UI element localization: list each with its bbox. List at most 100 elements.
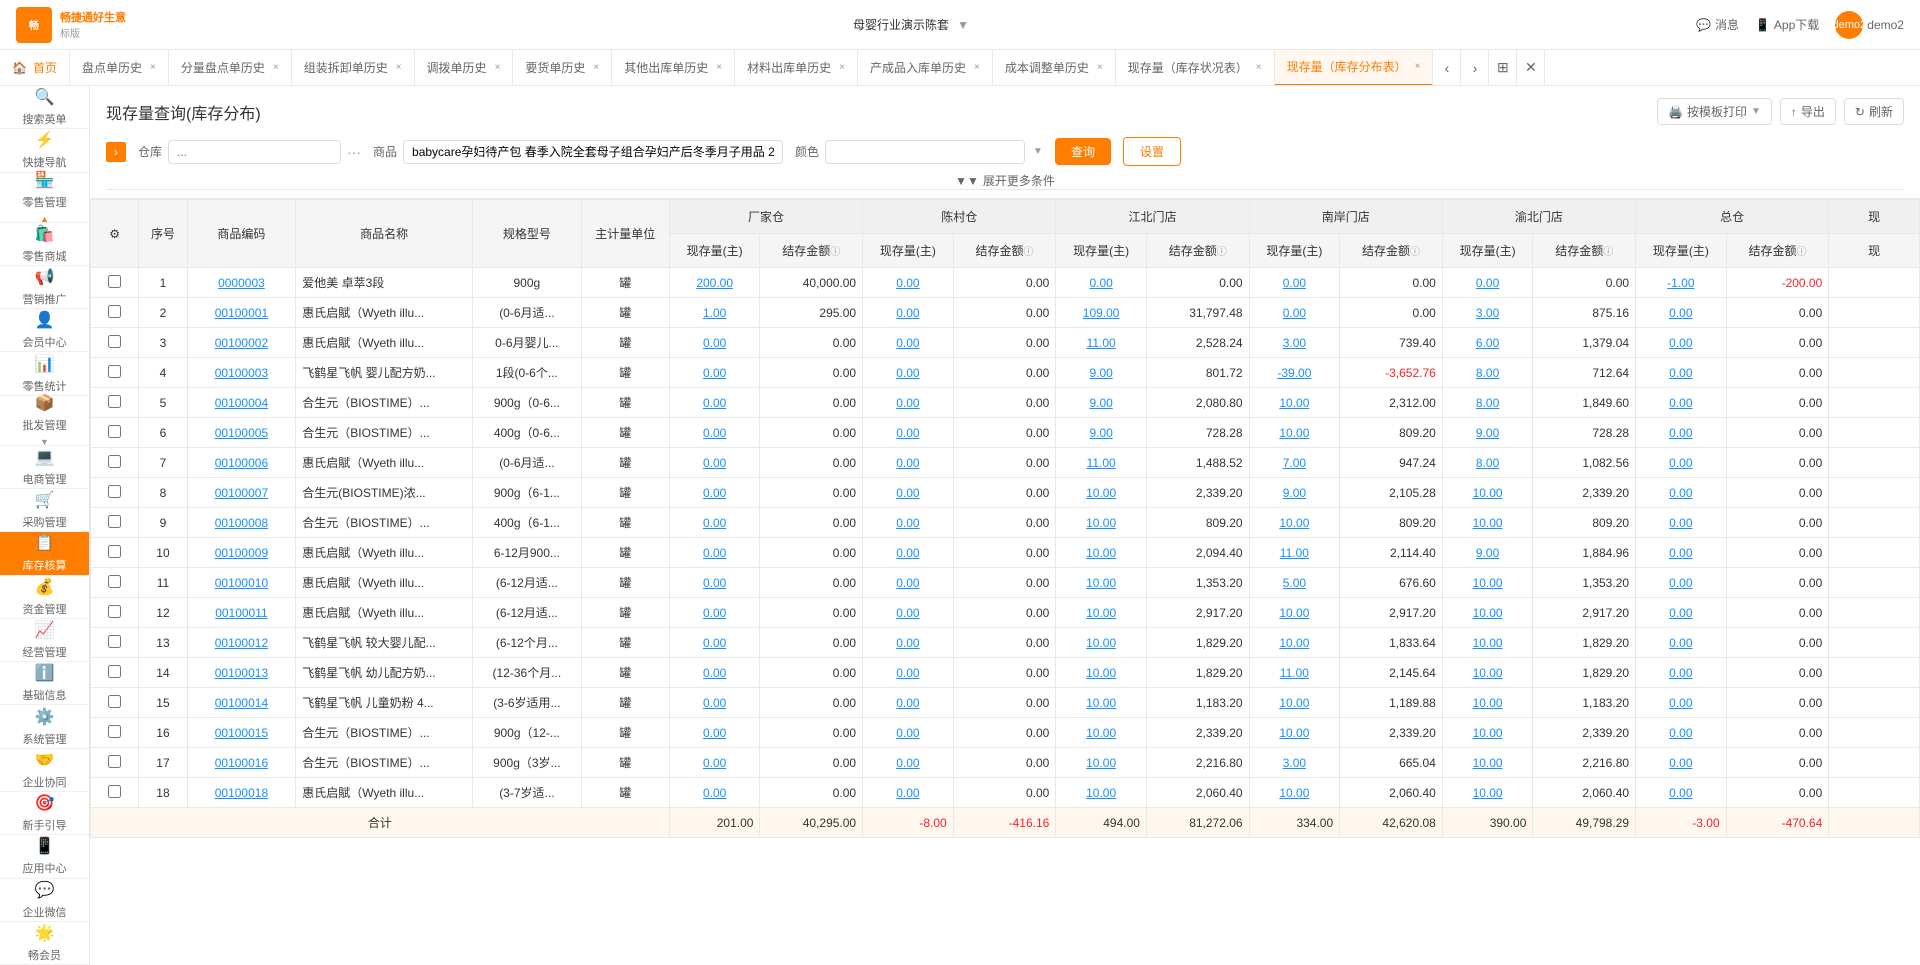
row-total-qty[interactable]: 0.00 [1636,298,1727,328]
tab-5[interactable]: 要货单历史 × [513,50,612,86]
row-chenlu-qty[interactable]: 0.00 [863,268,954,298]
tab-close-2[interactable]: × [273,62,279,73]
row-jiangbei-qty[interactable]: 11.00 [1056,328,1147,358]
row-code[interactable]: 00100005 [187,418,296,448]
row-factory-qty[interactable]: 200.00 [669,268,760,298]
tab-4[interactable]: 调拨单历史 × [415,50,514,86]
print-button[interactable]: 🖨️ 按模板打印 ▼ [1657,98,1772,125]
row-factory-qty[interactable]: 0.00 [669,328,760,358]
row-yuanbei-qty[interactable]: 10.00 [1442,478,1533,508]
industry-selector[interactable]: 母婴行业演示陈套 ▼ [853,16,969,33]
row-code[interactable]: 00100014 [187,688,296,718]
row-checkbox[interactable] [91,268,139,298]
row-jiangbei-qty[interactable]: 10.00 [1056,688,1147,718]
tab-close-6[interactable]: × [716,62,722,73]
row-yuanbei-qty[interactable]: 8.00 [1442,448,1533,478]
tab-11[interactable]: 现存量（库存分布表） × [1275,50,1434,86]
row-checkbox[interactable] [91,688,139,718]
row-chenlu-qty[interactable]: 0.00 [863,778,954,808]
user-avatar[interactable]: demo2 demo2 [1835,11,1904,39]
row-yuanbei-qty[interactable]: 9.00 [1442,418,1533,448]
row-nanan-qty[interactable]: 10.00 [1249,508,1340,538]
tab-prev-btn[interactable]: ‹ [1433,50,1461,86]
tab-close-7[interactable]: × [839,62,845,73]
row-code[interactable]: 00100015 [187,718,296,748]
row-code[interactable]: 00100018 [187,778,296,808]
row-yuanbei-qty[interactable]: 0.00 [1442,268,1533,298]
row-jiangbei-qty[interactable]: 10.00 [1056,748,1147,778]
tab-8[interactable]: 产成品入库单历史 × [858,50,993,86]
download-btn[interactable]: 📱 App下载 [1755,16,1819,33]
tab-close-all-btn[interactable]: ✕ [1517,50,1545,86]
row-checkbox[interactable] [91,298,139,328]
sidebar-item-enterprise-wechat[interactable]: 💬 企业微信 [0,879,89,922]
sidebar-item-ecommerce[interactable]: 💻 电商管理 [0,446,89,489]
row-nanan-qty[interactable]: 10.00 [1249,418,1340,448]
row-nanan-qty[interactable]: 7.00 [1249,448,1340,478]
tab-1[interactable]: 盘点单历史 × [70,50,169,86]
tab-close-1[interactable]: × [150,62,156,73]
row-nanan-qty[interactable]: 10.00 [1249,388,1340,418]
tab-close-4[interactable]: × [495,62,501,73]
row-factory-qty[interactable]: 0.00 [669,538,760,568]
row-checkbox[interactable] [91,448,139,478]
tab-close-3[interactable]: × [396,62,402,73]
row-checkbox[interactable] [91,388,139,418]
row-jiangbei-qty[interactable]: 10.00 [1056,598,1147,628]
row-total-qty[interactable]: 0.00 [1636,658,1727,688]
row-nanan-qty[interactable]: 10.00 [1249,688,1340,718]
row-yuanbei-qty[interactable]: 10.00 [1442,778,1533,808]
row-code[interactable]: 00100009 [187,538,296,568]
row-code[interactable]: 00100007 [187,478,296,508]
warehouse-input[interactable] [168,140,341,164]
row-chenlu-qty[interactable]: 0.00 [863,658,954,688]
row-checkbox[interactable] [91,568,139,598]
row-total-qty[interactable]: -1.00 [1636,268,1727,298]
row-chenlu-qty[interactable]: 0.00 [863,298,954,328]
row-nanan-qty[interactable]: 0.00 [1249,298,1340,328]
query-button[interactable]: 查询 [1055,138,1111,165]
goods-input[interactable] [403,140,783,164]
row-yuanbei-qty[interactable]: 10.00 [1442,718,1533,748]
tab-3[interactable]: 组装拆卸单历史 × [292,50,415,86]
row-checkbox[interactable] [91,538,139,568]
row-jiangbei-qty[interactable]: 11.00 [1056,448,1147,478]
row-chenlu-qty[interactable]: 0.00 [863,448,954,478]
row-factory-qty[interactable]: 0.00 [669,748,760,778]
row-jiangbei-qty[interactable]: 109.00 [1056,298,1147,328]
row-yuanbei-qty[interactable]: 6.00 [1442,328,1533,358]
sidebar-item-retail-mgmt[interactable]: 🏪 零售管理 ▲ [0,173,89,223]
sidebar-item-wholesale[interactable]: 📦 批发管理 ▼ [0,396,89,446]
row-code[interactable]: 00100010 [187,568,296,598]
row-total-qty[interactable]: 0.00 [1636,328,1727,358]
row-total-qty[interactable]: 0.00 [1636,748,1727,778]
row-yuanbei-qty[interactable]: 10.00 [1442,598,1533,628]
row-total-qty[interactable]: 0.00 [1636,778,1727,808]
row-chenlu-qty[interactable]: 0.00 [863,598,954,628]
row-nanan-qty[interactable]: 0.00 [1249,268,1340,298]
row-factory-qty[interactable]: 0.00 [669,598,760,628]
tab-7[interactable]: 材料出库单历史 × [735,50,858,86]
sidebar-item-guide[interactable]: 🎯 新手引导 [0,792,89,835]
sidebar-item-search[interactable]: 🔍 搜索英单 [0,86,89,129]
row-yuanbei-qty[interactable]: 10.00 [1442,688,1533,718]
sidebar-item-chang-member[interactable]: 🌟 畅会员 [0,922,89,965]
row-chenlu-qty[interactable]: 0.00 [863,418,954,448]
row-factory-qty[interactable]: 1.00 [669,298,760,328]
row-chenlu-qty[interactable]: 0.00 [863,688,954,718]
row-total-qty[interactable]: 0.00 [1636,568,1727,598]
row-yuanbei-qty[interactable]: 8.00 [1442,388,1533,418]
row-jiangbei-qty[interactable]: 9.00 [1056,418,1147,448]
sidebar-item-app-center[interactable]: 📱 应用中心 [0,835,89,878]
row-code[interactable]: 00100002 [187,328,296,358]
row-code[interactable]: 00100006 [187,448,296,478]
row-jiangbei-qty[interactable]: 10.00 [1056,658,1147,688]
row-chenlu-qty[interactable]: 0.00 [863,388,954,418]
row-checkbox[interactable] [91,748,139,778]
sidebar-item-quicknav[interactable]: ⚡ 快捷导航 [0,129,89,172]
row-jiangbei-qty[interactable]: 10.00 [1056,778,1147,808]
row-nanan-qty[interactable]: 10.00 [1249,718,1340,748]
row-checkbox[interactable] [91,508,139,538]
row-total-qty[interactable]: 0.00 [1636,478,1727,508]
sidebar-item-inventory[interactable]: 📋 库存核算 [0,532,89,575]
